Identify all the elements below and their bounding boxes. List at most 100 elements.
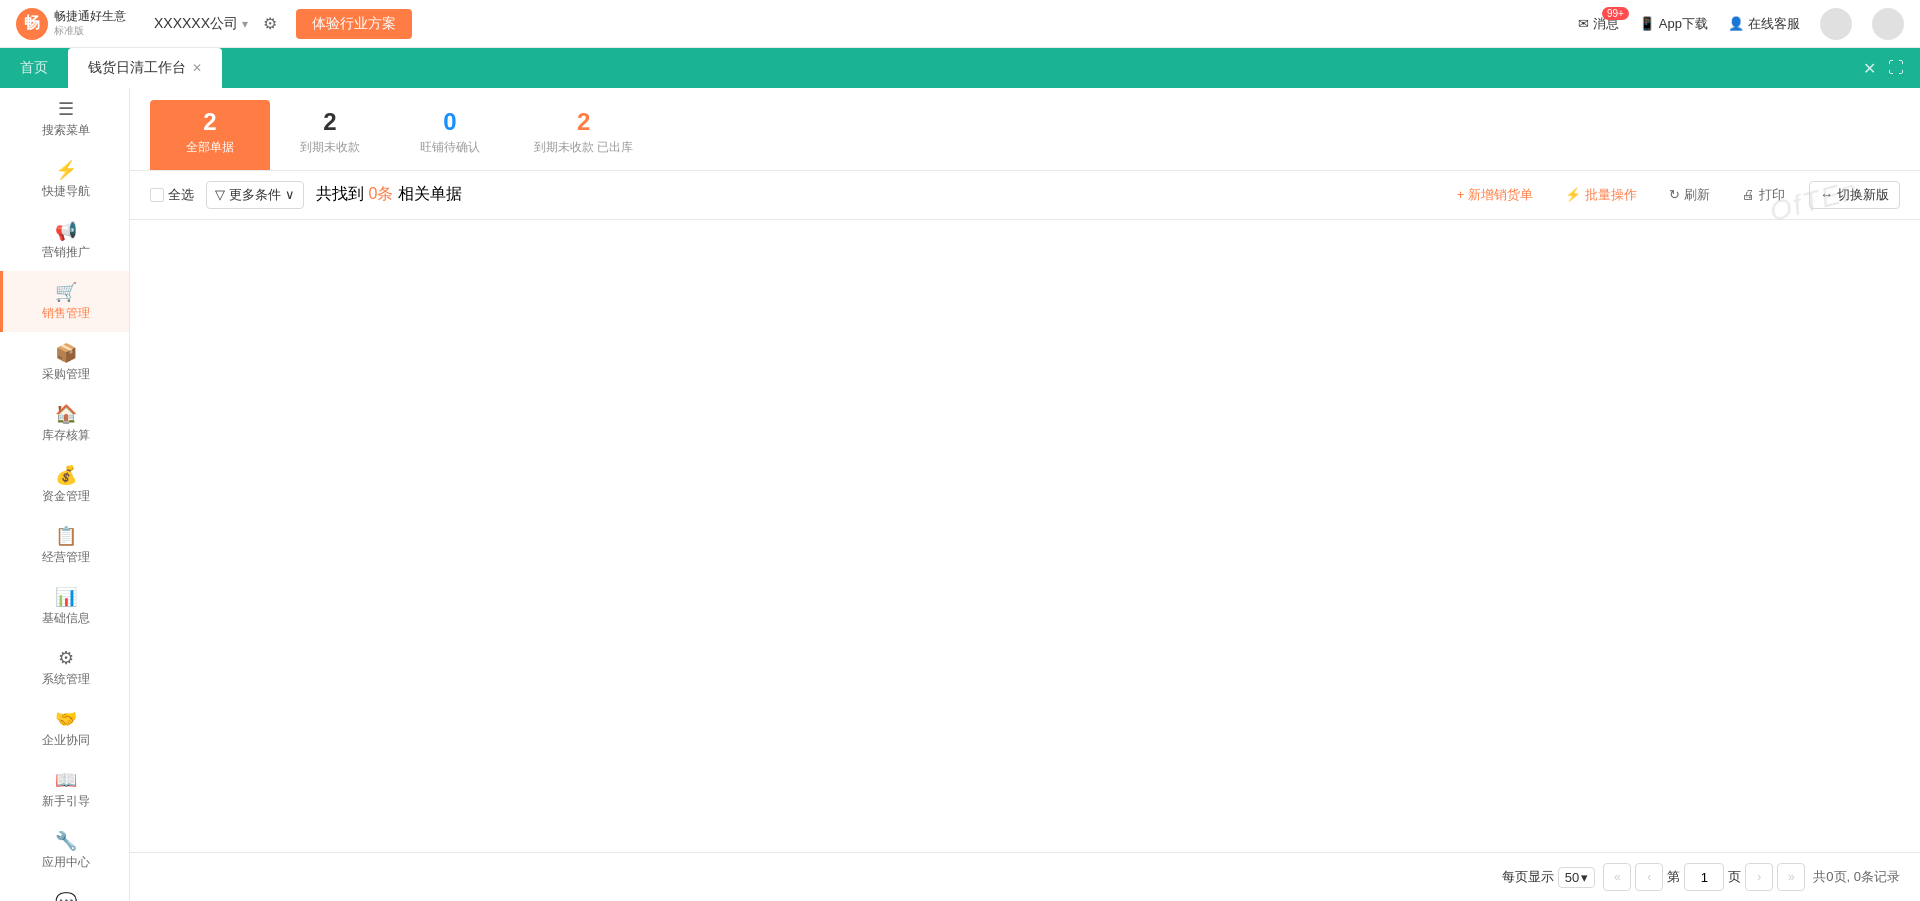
sidebar-item-search-label: 搜索菜单 [42,122,90,139]
sidebar-item-app-center-label: 应用中心 [42,854,90,871]
last-page-button[interactable]: » [1777,863,1805,891]
content-area: 2 全部单据 2 到期未收款 0 旺铺待确认 2 到期未收款 已出库 全选 [130,88,1920,901]
stat-wangpu-number: 0 [443,108,456,137]
expand-icon[interactable]: ⛶ [1884,55,1908,81]
topbar-right: ✉ 消息 99+ 📱 App下载 👤 在线客服 [1578,8,1904,40]
sidebar-item-basic-info[interactable]: 📊 基础信息 [0,576,129,637]
switch-version-button[interactable]: ↔ 切换新版 [1809,181,1900,209]
company-arrow: ▾ [242,17,248,31]
tabbar-actions: ✕ ⛶ [1859,55,1920,82]
refresh-button[interactable]: ↻ 刷新 [1661,182,1718,208]
add-order-button[interactable]: + 新增销货单 [1449,182,1541,208]
sidebar-item-basic-info-label: 基础信息 [42,610,90,627]
found-count: 0条 [368,185,393,202]
tab-workbench[interactable]: 钱货日清工作台 ✕ [68,48,222,88]
tab-close-icon[interactable]: ✕ [192,61,202,75]
refresh-label: 刷新 [1684,186,1710,204]
sidebar-item-system[interactable]: ⚙ 系统管理 [0,637,129,698]
print-button[interactable]: 🖨 打印 [1734,182,1793,208]
page-label-2: 页 [1728,868,1741,886]
close-tab-icon[interactable]: ✕ [1859,55,1880,82]
settings-icon[interactable]: ⚙ [256,10,284,38]
page-size-arrow: ▾ [1581,870,1588,885]
experience-button[interactable]: 体验行业方案 [296,9,412,39]
found-text: 共找到 0条 相关单据 [316,184,462,205]
sidebar-item-enterprise-label: 企业协同 [42,732,90,749]
app-download-label: App下载 [1659,15,1708,33]
logo-icon: 畅 [16,8,48,40]
quick-nav-icon: ⚡ [55,161,77,179]
sidebar-item-marketing[interactable]: 📢 营销推广 [0,210,129,271]
search-menu-icon: ☰ [58,100,74,118]
next-page-button[interactable]: › [1745,863,1773,891]
page-size-select[interactable]: 50 ▾ [1558,867,1595,888]
avatar-extra[interactable] [1872,8,1904,40]
prev-page-button[interactable]: ‹ [1635,863,1663,891]
pagination: 每页显示 50 ▾ « ‹ 第 页 › » 共0页, 0条记录 [130,852,1920,901]
select-all-label: 全选 [168,186,194,204]
switch-label: 切换新版 [1837,186,1889,204]
batch-operation-button[interactable]: ⚡ 批量操作 [1557,182,1645,208]
sidebar-item-purchase-label: 采购管理 [42,366,90,383]
message-badge: 99+ [1602,7,1629,20]
filter-label: 更多条件 [229,186,281,204]
stat-shipped-number: 2 [577,108,590,137]
batch-label: 批量操作 [1585,186,1637,204]
sidebar-item-sales[interactable]: 🛒 销售管理 [0,271,129,332]
tabbar: 首页 钱货日清工作台 ✕ ✕ ⛶ [0,48,1920,88]
stat-card-all[interactable]: 2 全部单据 [150,100,270,170]
sidebar-item-app-center[interactable]: 🔧 应用中心 [0,820,129,881]
sidebar: ☰ 搜索菜单 ⚡ 快捷导航 📢 营销推广 🛒 销售管理 📦 采购管理 🏠 库存核… [0,88,130,901]
company-name: XXXXXX公司 [154,15,238,33]
sidebar-item-purchase[interactable]: 📦 采购管理 [0,332,129,393]
toolbar: 全选 ▽ 更多条件 ∨ 共找到 0条 相关单据 + 新增销货单 ⚡ 批量操作 ↻ [130,171,1920,220]
online-service-item[interactable]: 👤 在线客服 [1728,15,1800,33]
sidebar-item-wechat[interactable]: 💬 企业微信 [0,881,129,901]
tab-home[interactable]: 首页 [0,48,68,88]
sidebar-item-operations[interactable]: 📋 经营管理 [0,515,129,576]
page-input[interactable] [1684,863,1724,891]
sidebar-item-search[interactable]: ☰ 搜索菜单 [0,88,129,149]
sidebar-item-guide[interactable]: 📖 新手引导 [0,759,129,820]
basic-info-icon: 📊 [55,588,77,606]
switch-icon: ↔ [1820,187,1833,202]
operations-icon: 📋 [55,527,77,545]
filter-button[interactable]: ▽ 更多条件 ∨ [206,181,304,209]
sidebar-item-inventory[interactable]: 🏠 库存核算 [0,393,129,454]
marketing-icon: 📢 [55,222,77,240]
page-label: 第 [1667,868,1680,886]
service-icon: 👤 [1728,16,1744,31]
sidebar-item-enterprise[interactable]: 🤝 企业协同 [0,698,129,759]
stats-row: 2 全部单据 2 到期未收款 0 旺铺待确认 2 到期未收款 已出库 [130,88,1920,171]
sidebar-item-system-label: 系统管理 [42,671,90,688]
sidebar-item-finance[interactable]: 💰 资金管理 [0,454,129,515]
guide-icon: 📖 [55,771,77,789]
stat-card-shipped[interactable]: 2 到期未收款 已出库 [510,100,657,170]
print-label: 打印 [1759,186,1785,204]
first-page-button[interactable]: « [1603,863,1631,891]
stat-overdue-label: 到期未收款 [300,139,360,156]
enterprise-icon: 🤝 [55,710,77,728]
sidebar-item-quick-nav[interactable]: ⚡ 快捷导航 [0,149,129,210]
page-size-selector: 每页显示 50 ▾ [1502,867,1595,888]
sales-icon: 🛒 [55,283,77,301]
app-download-item[interactable]: 📱 App下载 [1639,15,1708,33]
avatar[interactable] [1820,8,1852,40]
select-all-checkbox[interactable]: 全选 [150,186,194,204]
pagination-nav: « ‹ 第 页 › » [1603,863,1805,891]
sidebar-item-quick-nav-label: 快捷导航 [42,183,90,200]
system-icon: ⚙ [58,649,74,667]
company-selector[interactable]: XXXXXX公司 ▾ [154,15,248,33]
message-icon: ✉ [1578,16,1589,31]
finance-icon: 💰 [55,466,77,484]
refresh-icon: ↻ [1669,187,1680,202]
message-item[interactable]: ✉ 消息 99+ [1578,15,1619,33]
purchase-icon: 📦 [55,344,77,362]
stat-card-wangpu[interactable]: 0 旺铺待确认 [390,100,510,170]
sidebar-item-marketing-label: 营销推广 [42,244,90,261]
app-center-icon: 🔧 [55,832,77,850]
tab-workbench-label: 钱货日清工作台 [88,59,186,77]
table-area [130,220,1920,852]
tab-home-label: 首页 [20,59,48,77]
stat-card-overdue[interactable]: 2 到期未收款 [270,100,390,170]
